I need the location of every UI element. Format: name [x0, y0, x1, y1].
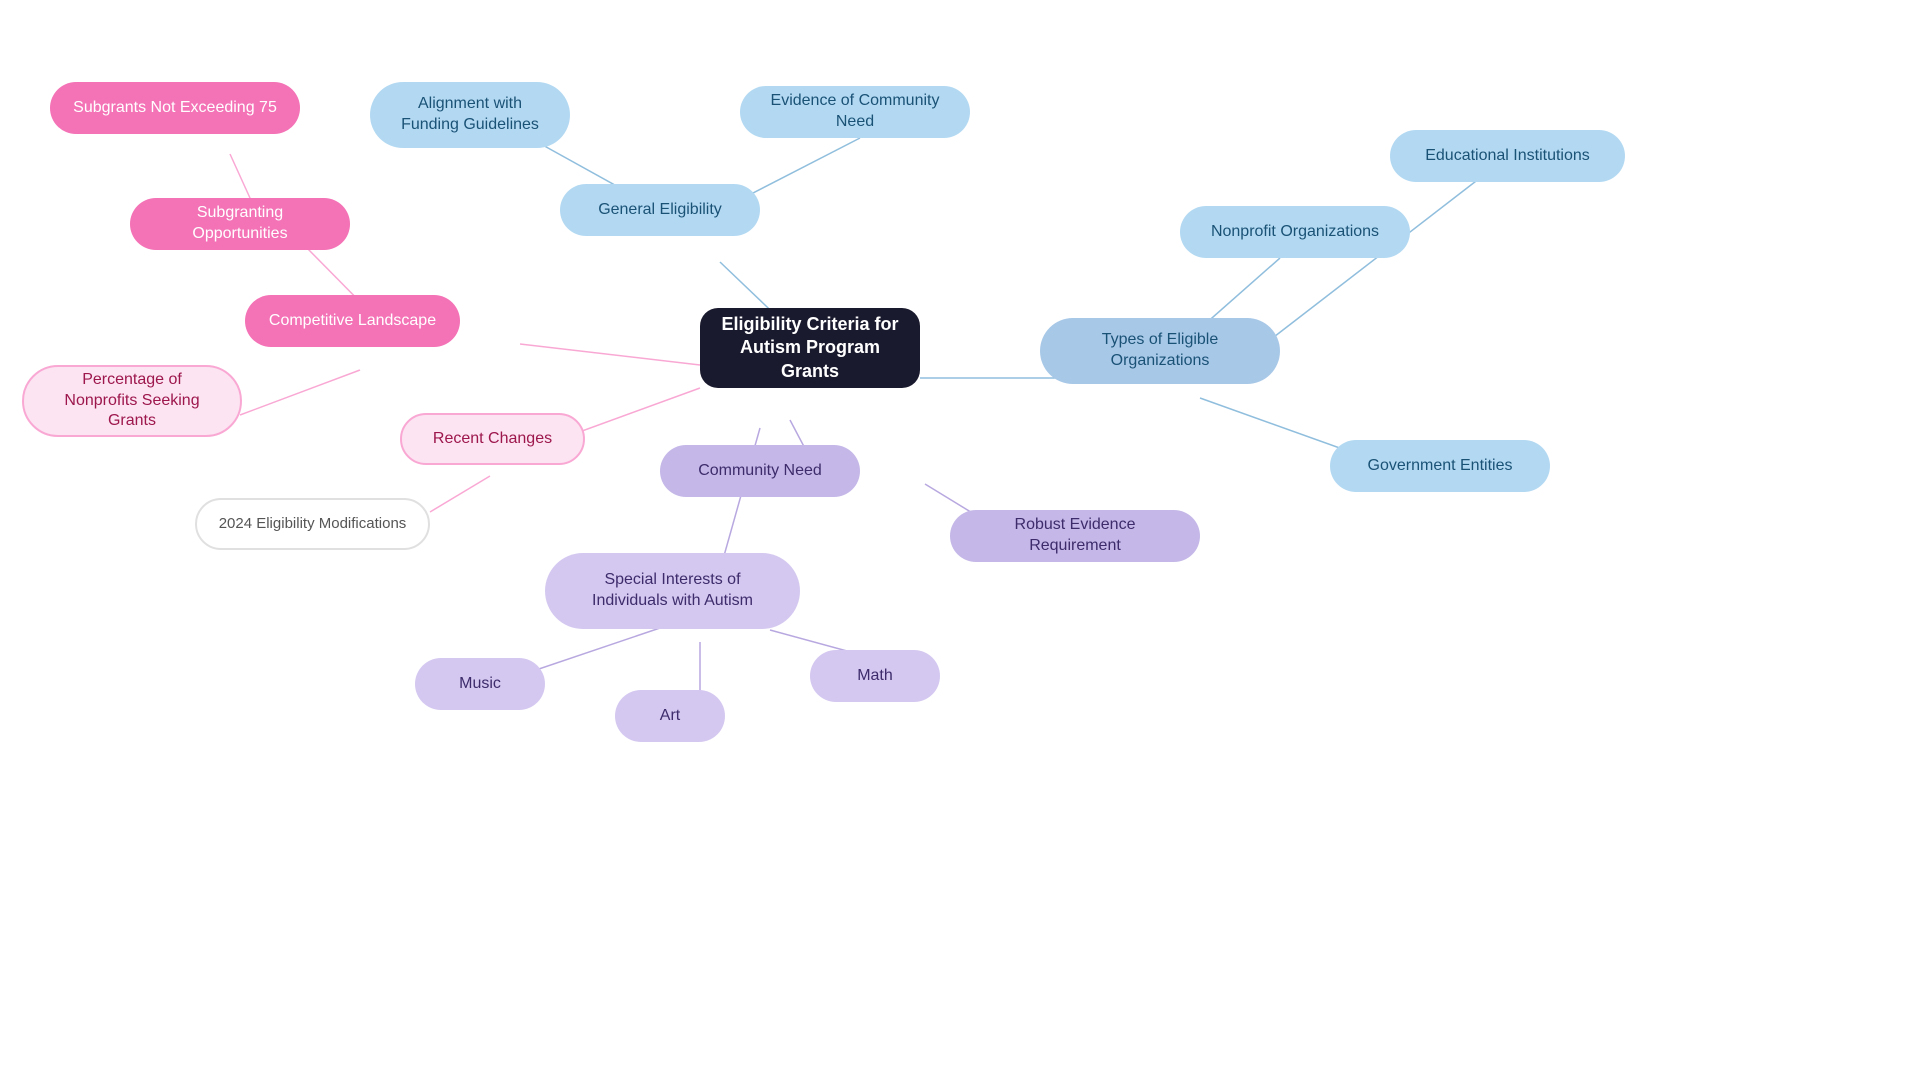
- percentage-nonprofits-label: Percentage of Nonprofits Seeking Grants: [44, 370, 220, 432]
- robust-evidence-label: Robust Evidence Requirement: [970, 515, 1180, 557]
- special-interests-node[interactable]: Special Interests of Individuals with Au…: [545, 553, 800, 629]
- art-label: Art: [660, 706, 680, 727]
- educational-node[interactable]: Educational Institutions: [1390, 130, 1625, 182]
- percentage-nonprofits-node[interactable]: Percentage of Nonprofits Seeking Grants: [22, 365, 242, 437]
- evidence-community-node[interactable]: Evidence of Community Need: [740, 86, 970, 138]
- subgrants-75-node[interactable]: Subgrants Not Exceeding 75: [50, 82, 300, 134]
- recent-changes-node[interactable]: Recent Changes: [400, 413, 585, 465]
- types-eligible-node[interactable]: Types of Eligible Organizations: [1040, 318, 1280, 384]
- competitive-node[interactable]: Competitive Landscape: [245, 295, 460, 347]
- general-eligibility-label: General Eligibility: [598, 200, 722, 221]
- subgranting-node[interactable]: Subgranting Opportunities: [130, 198, 350, 250]
- center-node[interactable]: Eligibility Criteria for Autism Program …: [700, 308, 920, 388]
- center-label: Eligibility Criteria for Autism Program …: [720, 313, 900, 383]
- art-node[interactable]: Art: [615, 690, 725, 742]
- government-node[interactable]: Government Entities: [1330, 440, 1550, 492]
- competitive-label: Competitive Landscape: [269, 311, 436, 332]
- government-label: Government Entities: [1368, 456, 1513, 477]
- subgrants-75-label: Subgrants Not Exceeding 75: [73, 98, 277, 119]
- eligibility-2024-node[interactable]: 2024 Eligibility Modifications: [195, 498, 430, 550]
- educational-label: Educational Institutions: [1425, 146, 1590, 167]
- evidence-community-label: Evidence of Community Need: [760, 91, 950, 133]
- types-eligible-label: Types of Eligible Organizations: [1060, 330, 1260, 372]
- community-need-label: Community Need: [698, 461, 822, 482]
- robust-evidence-node[interactable]: Robust Evidence Requirement: [950, 510, 1200, 562]
- eligibility-2024-label: 2024 Eligibility Modifications: [219, 514, 407, 534]
- nonprofit-label: Nonprofit Organizations: [1211, 222, 1379, 243]
- math-node[interactable]: Math: [810, 650, 940, 702]
- general-eligibility-node[interactable]: General Eligibility: [560, 184, 760, 236]
- subgranting-label: Subgranting Opportunities: [150, 203, 330, 245]
- alignment-funding-label: Alignment with Funding Guidelines: [390, 94, 550, 136]
- community-need-node[interactable]: Community Need: [660, 445, 860, 497]
- music-node[interactable]: Music: [415, 658, 545, 710]
- nonprofit-node[interactable]: Nonprofit Organizations: [1180, 206, 1410, 258]
- math-label: Math: [857, 666, 893, 687]
- alignment-funding-node[interactable]: Alignment with Funding Guidelines: [370, 82, 570, 148]
- special-interests-label: Special Interests of Individuals with Au…: [565, 570, 780, 612]
- recent-changes-label: Recent Changes: [433, 429, 552, 450]
- music-label: Music: [459, 674, 501, 695]
